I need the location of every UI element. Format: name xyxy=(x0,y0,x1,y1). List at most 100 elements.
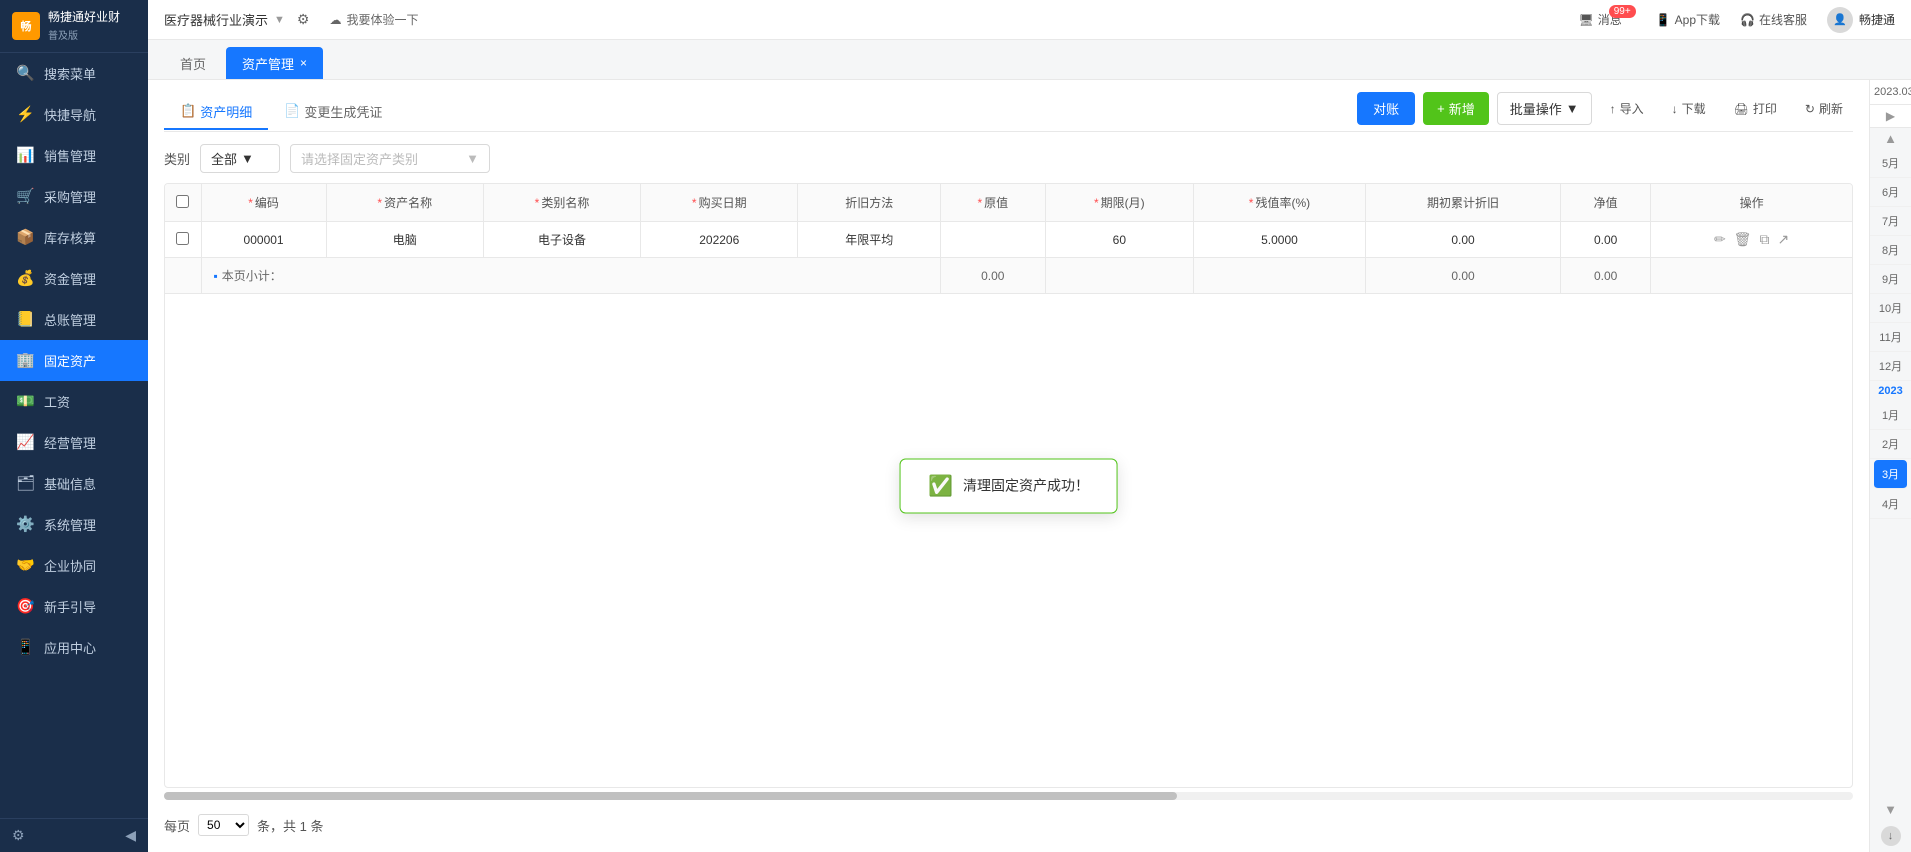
month-11[interactable]: 11月 xyxy=(1870,323,1911,352)
batch-button-label: 批量操作 xyxy=(1510,99,1562,118)
tab-asset-management[interactable]: 资产管理 × xyxy=(226,47,323,79)
category-type-select[interactable]: 全部 ▼ xyxy=(200,144,280,173)
account-button[interactable]: 对账 xyxy=(1357,92,1415,125)
service-button[interactable]: 🎧 在线客服 xyxy=(1740,11,1807,28)
month-4[interactable]: 4月 xyxy=(1870,490,1911,519)
sidebar-item-label: 新手引导 xyxy=(44,597,96,616)
sidebar-item-inventory[interactable]: 📦 库存核算 xyxy=(0,217,148,258)
row-depreciation-method: 年限平均 xyxy=(798,222,941,258)
print-button[interactable]: 🖨 打印 xyxy=(1724,92,1787,125)
month-6[interactable]: 6月 xyxy=(1870,178,1911,207)
new-button[interactable]: + 新增 xyxy=(1423,92,1489,125)
sidebar-item-sales[interactable]: 📊 销售管理 xyxy=(0,135,148,176)
table-row: 000001 电脑 电子设备 202206 年限平均 60 5.0000 0.0… xyxy=(165,222,1852,258)
down-circle-button[interactable]: ↓ xyxy=(1870,820,1911,852)
print-icon: 🖨 xyxy=(1734,102,1749,116)
copy-icon[interactable]: ⧉ xyxy=(1759,231,1769,248)
total-count-label: 条，共 1 条 xyxy=(257,816,323,835)
content-main: 📋 资产明细 📄 变更生成凭证 对账 + 新增 批量操作 ▼ xyxy=(148,80,1869,852)
sidebar-item-enterprise[interactable]: 🤝 企业协同 xyxy=(0,545,148,586)
row-net-value: 0.00 xyxy=(1561,222,1651,258)
tab-close-icon[interactable]: × xyxy=(300,56,307,70)
download-button[interactable]: ↓ 下载 xyxy=(1662,92,1716,125)
sidebar-item-salary[interactable]: 💵 工资 xyxy=(0,381,148,422)
month-12[interactable]: 12月 xyxy=(1870,352,1911,381)
sidebar-item-finance[interactable]: 💰 资金管理 xyxy=(0,258,148,299)
sidebar-item-guide[interactable]: 🎯 新手引导 xyxy=(0,586,148,627)
sidebar-item-label: 库存核算 xyxy=(44,228,96,247)
per-page-select[interactable]: 50 100 xyxy=(198,814,249,836)
month-10[interactable]: 10月 xyxy=(1870,294,1911,323)
month-1[interactable]: 1月 xyxy=(1870,401,1911,430)
category-value-select[interactable]: 请选择固定资产类别 ▼ xyxy=(290,144,490,173)
sub-tab-voucher-gen[interactable]: 📄 变更生成凭证 xyxy=(268,95,398,130)
sidebar-item-search[interactable]: 🔍 搜索菜单 xyxy=(0,53,148,94)
sidebar-item-label: 销售管理 xyxy=(44,146,96,165)
message-icon: 🖥 xyxy=(1578,13,1593,27)
month-5[interactable]: 5月 xyxy=(1870,149,1911,178)
sidebar-item-label: 工资 xyxy=(44,392,70,411)
batch-button[interactable]: 批量操作 ▼ xyxy=(1497,92,1592,125)
settings-icon[interactable]: ⚙ xyxy=(12,827,25,844)
sidebar: 畅 畅捷通好业财 普及版 🔍 搜索菜单 ⚡ 快捷导航 📊 销售管理 🛒 采购管理… xyxy=(0,0,148,852)
purchase-icon: 🛒 xyxy=(16,187,34,205)
month-9[interactable]: 9月 xyxy=(1870,265,1911,294)
horizontal-scrollbar[interactable] xyxy=(164,792,1853,800)
user-menu[interactable]: 👤 畅捷通 xyxy=(1827,7,1895,33)
sidebar-item-purchase[interactable]: 🛒 采购管理 xyxy=(0,176,148,217)
sidebar-header: 畅 畅捷通好业财 普及版 xyxy=(0,0,148,53)
refresh-button[interactable]: ↻ 刷新 xyxy=(1795,92,1853,125)
sidebar-item-label: 搜索菜单 xyxy=(44,64,96,83)
sub-tabs: 📋 资产明细 📄 变更生成凭证 对账 + 新增 批量操作 ▼ xyxy=(164,92,1853,132)
company-selector[interactable]: 医疗器械行业演示 ▼ xyxy=(164,10,285,29)
row-name: 电脑 xyxy=(326,222,483,258)
more-icon[interactable]: ↗ xyxy=(1777,231,1789,248)
experience-icon: ☁ xyxy=(329,13,341,27)
message-button[interactable]: 🖥 消息 99+ xyxy=(1578,11,1621,28)
right-panel-toggle[interactable]: ▶ xyxy=(1870,105,1911,128)
col-code: *编码 xyxy=(201,184,326,222)
sidebar-item-operations[interactable]: 📈 经营管理 xyxy=(0,422,148,463)
sidebar-item-system[interactable]: ⚙️ 系统管理 xyxy=(0,504,148,545)
main-area: 医疗器械行业演示 ▼ ⚙ ☁ 我要体验一下 🖥 消息 99+ 📱 App下载 🎧… xyxy=(148,0,1911,852)
service-label: 在线客服 xyxy=(1759,11,1807,28)
col-residual-rate: *残值率(%) xyxy=(1194,184,1366,222)
month-7[interactable]: 7月 xyxy=(1870,207,1911,236)
row-original-value xyxy=(941,222,1046,258)
operations-icon: 📈 xyxy=(16,433,34,451)
row-checkbox[interactable] xyxy=(176,232,189,245)
sidebar-item-label: 基础信息 xyxy=(44,474,96,493)
sub-tab-asset-list[interactable]: 📋 资产明细 xyxy=(164,95,268,130)
month-2[interactable]: 2月 xyxy=(1870,430,1911,459)
new-button-icon: + xyxy=(1437,101,1445,116)
table-header-row: *编码 *资产名称 *类别名称 *购买日期 折旧方法 *原值 *期限(月) *残… xyxy=(165,184,1852,222)
company-settings-icon[interactable]: ⚙ xyxy=(297,11,310,28)
prev-year-nav[interactable]: ▲ xyxy=(1870,128,1911,149)
sidebar-item-basic-info[interactable]: 🗂 基础信息 xyxy=(0,463,148,504)
sidebar-item-quicknav[interactable]: ⚡ 快捷导航 xyxy=(0,94,148,135)
app-download-button[interactable]: 📱 App下载 xyxy=(1656,11,1720,28)
delete-icon[interactable]: 🗑 xyxy=(1734,231,1752,248)
select-all-checkbox[interactable] xyxy=(176,195,189,208)
sidebar-item-ledger[interactable]: 📒 总账管理 xyxy=(0,299,148,340)
sidebar-item-fixed-assets[interactable]: 🏢 固定资产 xyxy=(0,340,148,381)
download-icon: 📱 xyxy=(1656,13,1671,27)
import-button[interactable]: ↑ 导入 xyxy=(1600,92,1654,125)
sidebar-item-apps[interactable]: 📱 应用中心 xyxy=(0,627,148,668)
month-3-current[interactable]: 3月 xyxy=(1874,460,1907,489)
experience-label: 我要体验一下 xyxy=(346,11,418,28)
subtotal-label-text: 本页小计： xyxy=(222,267,282,284)
message-badge: 99+ xyxy=(1609,5,1636,18)
next-year-nav[interactable]: ▼ xyxy=(1870,799,1911,820)
topbar-right: 🖥 消息 99+ 📱 App下载 🎧 在线客服 👤 畅捷通 xyxy=(1578,7,1895,33)
experience-button[interactable]: ☁ 我要体验一下 xyxy=(329,11,418,28)
down-circle-icon[interactable]: ↓ xyxy=(1881,826,1901,846)
tab-home[interactable]: 首页 xyxy=(164,47,222,79)
col-accumulated: 期初累计折旧 xyxy=(1365,184,1560,222)
refresh-icon: ↻ xyxy=(1805,102,1815,116)
col-name: *资产名称 xyxy=(326,184,483,222)
year-label: 2023 xyxy=(1870,381,1911,401)
edit-icon[interactable]: ✏ xyxy=(1714,231,1726,248)
collapse-icon[interactable]: ◀ xyxy=(125,827,136,844)
month-8[interactable]: 8月 xyxy=(1870,236,1911,265)
